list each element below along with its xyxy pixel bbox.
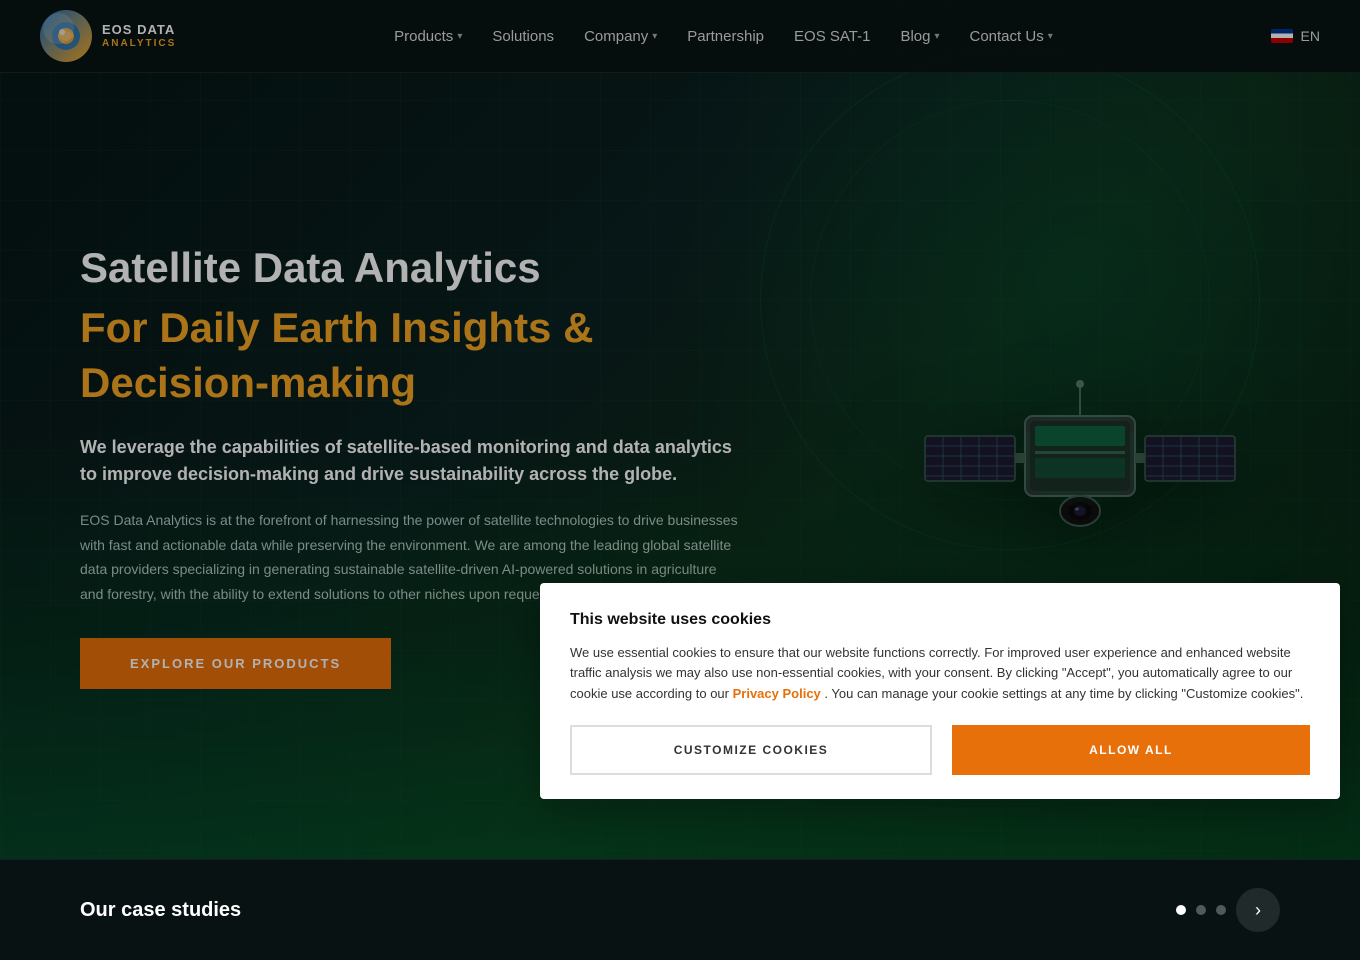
carousel-controls: › (1176, 888, 1280, 932)
cookie-buttons: CUSTOMIZE COOKIES ALLOW ALL (570, 725, 1310, 775)
case-studies-label: Our case studies (80, 899, 241, 922)
carousel-dot-2[interactable] (1196, 905, 1206, 915)
customize-cookies-button[interactable]: CUSTOMIZE COOKIES (570, 725, 932, 775)
cookie-overlay: This website uses cookies We use essenti… (0, 0, 1360, 859)
carousel-dot-1[interactable] (1176, 905, 1186, 915)
cookie-title: This website uses cookies (570, 611, 1310, 629)
cookie-body-end: . You can manage your cookie settings at… (824, 686, 1303, 701)
privacy-policy-link[interactable]: Privacy Policy (733, 686, 821, 701)
cookie-body: We use essential cookies to ensure that … (570, 643, 1310, 705)
allow-all-button[interactable]: ALLOW ALL (952, 725, 1310, 775)
cookie-banner: This website uses cookies We use essenti… (540, 583, 1340, 799)
carousel-dot-3[interactable] (1216, 905, 1226, 915)
carousel-next-button[interactable]: › (1236, 888, 1280, 932)
case-studies-bar: Our case studies › (0, 859, 1360, 960)
